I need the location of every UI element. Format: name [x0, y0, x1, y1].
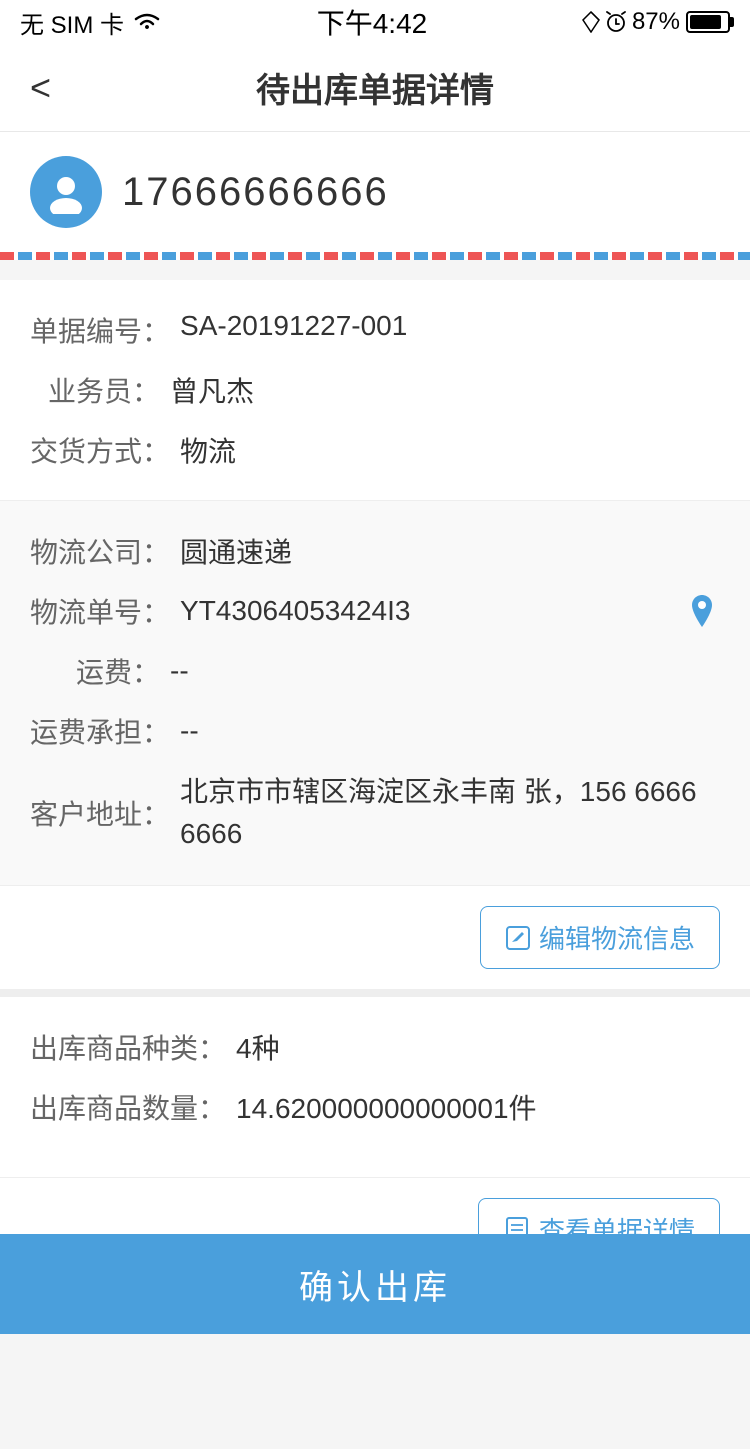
page-title: 待出库单据详情: [256, 63, 494, 112]
goods-quantity-row: 出库商品数量： 14.620000000000001件: [30, 1087, 720, 1127]
address-label: 客户地址：: [30, 793, 180, 833]
freight-bearer-label: 运费承担：: [30, 711, 180, 751]
freight-bearer-row: 运费承担： --: [30, 711, 720, 751]
goods-quantity-value: 14.620000000000001件: [236, 1087, 537, 1127]
tracking-number-value: YT43064053424I3: [180, 595, 668, 627]
battery-percent: 87%: [632, 8, 680, 36]
freight-value: --: [170, 655, 720, 687]
goods-types-label: 出库商品种类：: [30, 1027, 236, 1067]
edit-logistics-button[interactable]: 编辑物流信息: [480, 906, 720, 969]
salesperson-row: 业务员： 曾凡杰: [30, 370, 720, 410]
delivery-method-label: 交货方式：: [30, 430, 180, 470]
wifi-icon: [132, 11, 162, 33]
freight-bearer-value: --: [180, 715, 720, 747]
avatar: [30, 156, 102, 228]
nav-bar: < 待出库单据详情: [0, 44, 750, 132]
status-bar: 无 SIM 卡 下午4:42 87%: [0, 0, 750, 44]
freight-label: 运费：: [30, 651, 170, 691]
logistics-company-row: 物流公司： 圆通速递: [30, 531, 720, 571]
map-location-icon[interactable]: [684, 593, 720, 629]
tracking-number-label: 物流单号：: [30, 591, 180, 631]
goods-quantity-label: 出库商品数量：: [30, 1087, 236, 1127]
goods-types-row: 出库商品种类： 4种: [30, 1027, 720, 1067]
confirm-button-wrap: 确认出库: [0, 1234, 750, 1334]
document-number-row: 单据编号： SA-20191227-001: [30, 310, 720, 350]
dashed-separator: [0, 252, 750, 260]
back-button[interactable]: <: [30, 67, 51, 109]
logistics-company-label: 物流公司：: [30, 531, 180, 571]
user-icon: [44, 170, 88, 214]
location-status-icon: [582, 11, 600, 33]
salesperson-label: 业务员：: [30, 370, 170, 410]
status-left: 无 SIM 卡: [20, 5, 162, 40]
carrier-label: 无 SIM 卡: [20, 5, 124, 40]
logistics-section: 物流公司： 圆通速递 物流单号： YT43064053424I3 运费： -- …: [0, 500, 750, 886]
battery-fill: [690, 15, 721, 29]
goods-types-value: 4种: [236, 1027, 280, 1067]
alarm-icon: [606, 11, 626, 33]
user-phone: 17666666666: [122, 170, 389, 215]
logistics-company-value: 圆通速递: [180, 531, 720, 571]
user-section: 17666666666: [0, 132, 750, 252]
battery-icon: [686, 11, 730, 33]
edit-logistics-label: 编辑物流信息: [539, 919, 695, 956]
delivery-method-value: 物流: [180, 430, 720, 470]
order-info-section: 单据编号： SA-20191227-001 业务员： 曾凡杰 交货方式： 物流: [0, 280, 750, 500]
edit-icon: [505, 925, 531, 951]
confirm-outbound-button[interactable]: 确认出库: [299, 1260, 451, 1309]
document-number-label: 单据编号：: [30, 310, 180, 350]
status-time: 下午4:42: [317, 2, 428, 42]
edit-logistics-row: 编辑物流信息: [0, 886, 750, 997]
delivery-method-row: 交货方式： 物流: [30, 430, 720, 470]
address-row: 客户地址： 北京市市辖区海淀区永丰南 张，156 6666 6666: [30, 771, 720, 855]
status-right: 87%: [582, 8, 730, 36]
address-value: 北京市市辖区海淀区永丰南 张，156 6666 6666: [180, 771, 720, 855]
goods-section: 出库商品种类： 4种 出库商品数量： 14.620000000000001件: [0, 997, 750, 1177]
tracking-number-row: 物流单号： YT43064053424I3: [30, 591, 720, 631]
freight-row: 运费： --: [30, 651, 720, 691]
salesperson-value: 曾凡杰: [170, 370, 720, 410]
document-number-value: SA-20191227-001: [180, 310, 720, 342]
